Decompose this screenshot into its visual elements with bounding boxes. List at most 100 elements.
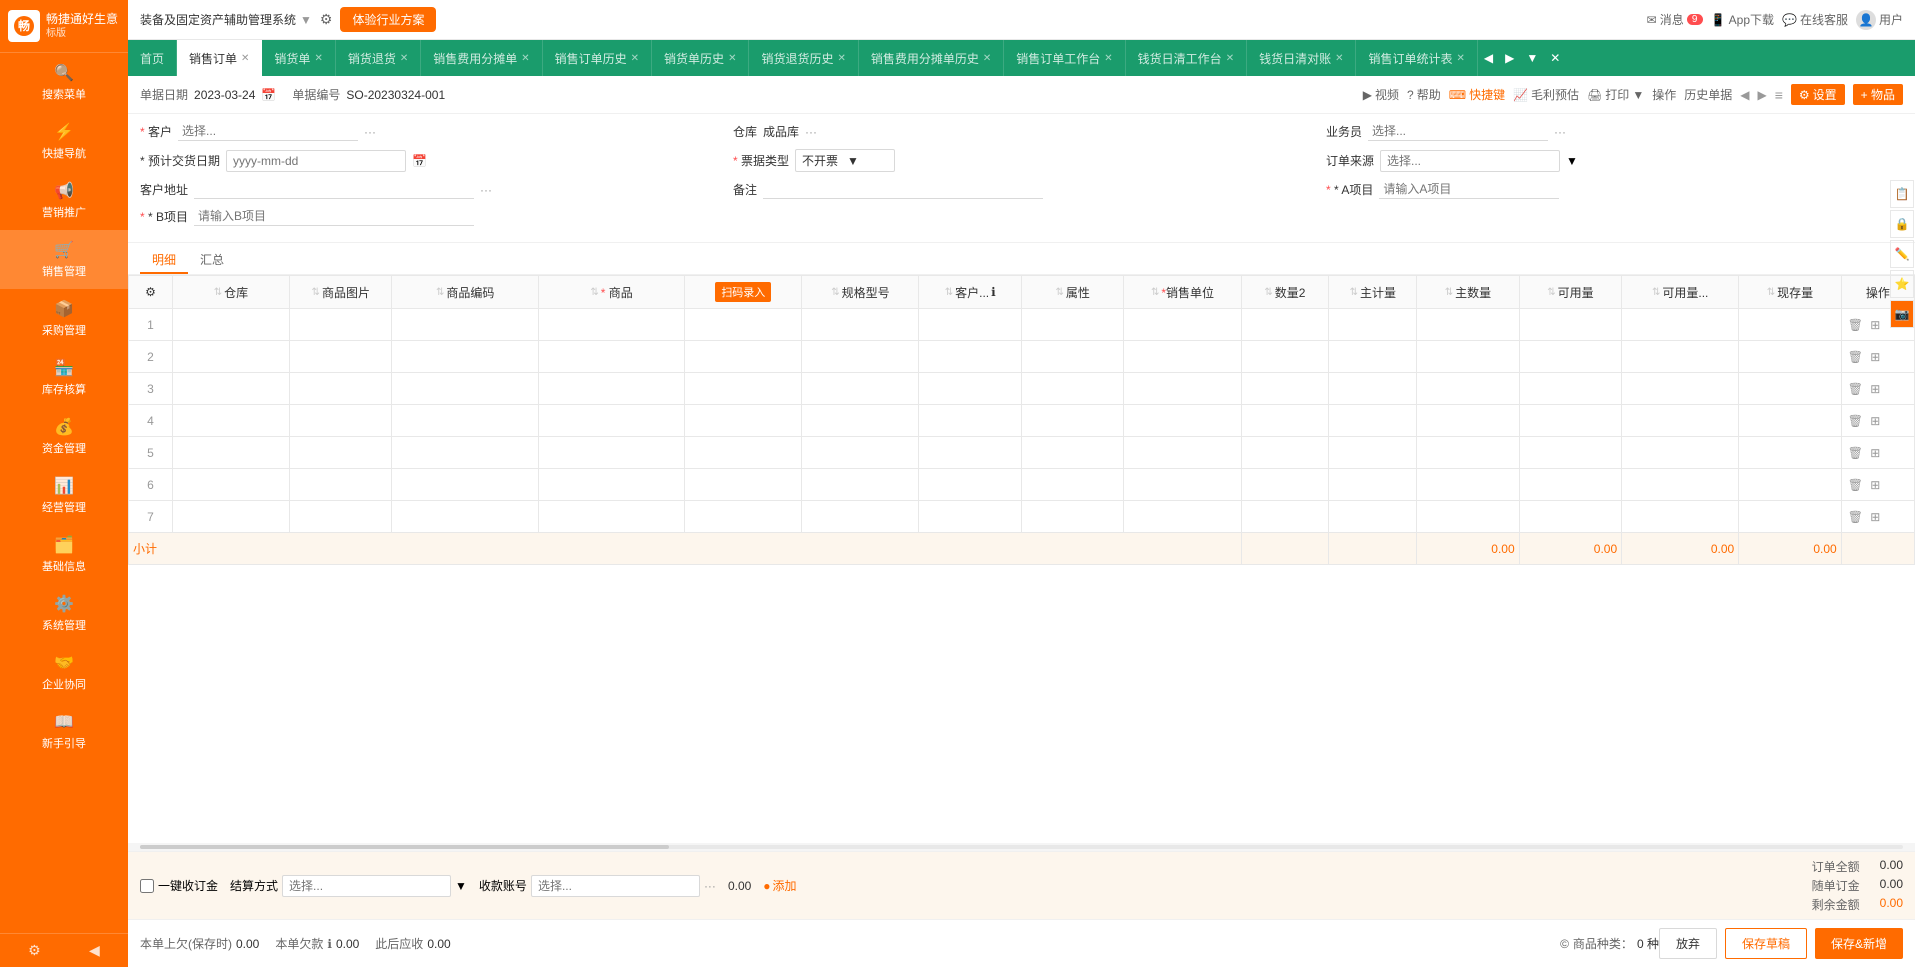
delete-icon[interactable]: 🗑: [1848, 350, 1863, 364]
cell-goods[interactable]: [538, 437, 684, 469]
tab-close-icon[interactable]: ✕: [1104, 53, 1112, 64]
cell-qty2[interactable]: [1241, 501, 1329, 533]
invoice-type-select[interactable]: 不开票 ▼: [795, 149, 895, 172]
cell-available[interactable]: [1519, 469, 1621, 501]
sidebar-item-guide[interactable]: 📖 新手引导: [0, 702, 128, 761]
cell-unit[interactable]: [1124, 469, 1241, 501]
delete-icon[interactable]: 🗑: [1848, 382, 1863, 396]
cell-code[interactable]: [392, 341, 538, 373]
tab-return-history[interactable]: 销货退货历史 ✕: [749, 40, 858, 76]
th-code[interactable]: ⇅ 商品编码: [392, 276, 538, 309]
cell-unit[interactable]: [1124, 405, 1241, 437]
horizontal-scrollbar[interactable]: [128, 843, 1915, 851]
cell-unit[interactable]: [1124, 501, 1241, 533]
user-btn[interactable]: 👤 用户: [1856, 10, 1903, 30]
cell-barcode[interactable]: [685, 373, 802, 405]
sidebar-item-basic-info[interactable]: 🗂️ 基础信息: [0, 525, 128, 584]
cell-goods[interactable]: [538, 501, 684, 533]
th-settings[interactable]: ⚙: [129, 276, 173, 309]
cell-stock[interactable]: [1739, 309, 1841, 341]
cell-warehouse[interactable]: [172, 501, 289, 533]
tab-detail[interactable]: 明细: [140, 247, 188, 274]
save-draft-button[interactable]: 保存草稿: [1725, 928, 1807, 959]
discard-button[interactable]: 放弃: [1659, 928, 1717, 959]
tab-close-icon[interactable]: ✕: [314, 53, 322, 64]
tab-close-icon[interactable]: ✕: [521, 53, 529, 64]
cell-main-qty[interactable]: [1417, 437, 1519, 469]
tab-close-icon[interactable]: ✕: [728, 53, 736, 64]
cell-main-unit[interactable]: [1329, 437, 1417, 469]
warehouse-dots[interactable]: ···: [805, 125, 817, 139]
cell-barcode[interactable]: [685, 309, 802, 341]
salesman-dots[interactable]: ···: [1554, 125, 1566, 139]
th-qty2[interactable]: ⇅ 数量2: [1241, 276, 1329, 309]
cell-code[interactable]: [392, 437, 538, 469]
cell-main-unit[interactable]: [1329, 405, 1417, 437]
right-panel-btn-2[interactable]: 🔒: [1890, 210, 1914, 238]
calendar-icon[interactable]: 📅: [261, 88, 276, 102]
system-dropdown-icon[interactable]: ▼: [300, 13, 312, 27]
order-source-input[interactable]: [1380, 150, 1560, 172]
tab-cash-workbench[interactable]: 钱货日清工作台 ✕: [1126, 40, 1247, 76]
cell-barcode[interactable]: [685, 469, 802, 501]
cell-qty2[interactable]: [1241, 405, 1329, 437]
th-main-qty[interactable]: ⇅ 主数量: [1417, 276, 1519, 309]
list-view-icon[interactable]: ≡: [1775, 87, 1783, 103]
cell-goods[interactable]: [538, 309, 684, 341]
one-click-checkbox[interactable]: [140, 879, 154, 893]
cell-main-qty[interactable]: [1417, 469, 1519, 501]
account-input[interactable]: [531, 875, 700, 897]
cell-attr[interactable]: [1021, 437, 1123, 469]
address-dots[interactable]: ···: [480, 183, 492, 197]
th-main-unit[interactable]: ⇅ 主计量: [1329, 276, 1417, 309]
cell-warehouse[interactable]: [172, 341, 289, 373]
settings-icon[interactable]: ⚙: [320, 11, 333, 28]
cell-spec[interactable]: [802, 373, 919, 405]
sidebar-item-search[interactable]: 🔍 搜索菜单: [0, 53, 128, 112]
sidebar-item-finance[interactable]: 💰 资金管理: [0, 407, 128, 466]
cell-main-unit[interactable]: [1329, 309, 1417, 341]
cell-main-qty[interactable]: [1417, 405, 1519, 437]
cell-stock[interactable]: [1739, 437, 1841, 469]
cell-goods[interactable]: [538, 341, 684, 373]
cell-image[interactable]: [290, 373, 392, 405]
cell-barcode[interactable]: [685, 405, 802, 437]
cell-qty2[interactable]: [1241, 341, 1329, 373]
cell-attr[interactable]: [1021, 373, 1123, 405]
nav-next-icon[interactable]: ▶: [1757, 88, 1766, 102]
history-btn[interactable]: 历史单据: [1684, 86, 1732, 103]
tab-order-workbench[interactable]: 销售订单工作台 ✕: [1004, 40, 1125, 76]
th-image[interactable]: ⇅ 商品图片: [290, 276, 392, 309]
operation-btn[interactable]: 操作: [1652, 86, 1676, 103]
a-project-input[interactable]: [1379, 180, 1559, 199]
tab-close-icon[interactable]: ✕: [837, 53, 845, 64]
tab-expense-history[interactable]: 销售费用分摊单历史 ✕: [859, 40, 1004, 76]
tab-next-btn[interactable]: ▶: [1499, 40, 1520, 76]
cell-stock[interactable]: [1739, 373, 1841, 405]
th-customer-code[interactable]: ⇅ 客户... ℹ: [919, 276, 1021, 309]
right-panel-btn-1[interactable]: 📋: [1890, 180, 1914, 208]
print-btn[interactable]: 🖨 打印 ▼: [1587, 86, 1644, 103]
tab-order-stats[interactable]: 销售订单统计表 ✕: [1356, 40, 1477, 76]
cell-available2[interactable]: [1622, 341, 1739, 373]
th-attr[interactable]: ⇅ 属性: [1021, 276, 1123, 309]
cell-barcode[interactable]: [685, 341, 802, 373]
cell-goods[interactable]: [538, 405, 684, 437]
cell-image[interactable]: [290, 309, 392, 341]
sidebar-item-system[interactable]: ⚙️ 系统管理: [0, 584, 128, 643]
cell-available[interactable]: [1519, 373, 1621, 405]
sidebar-item-sales[interactable]: 🛒 销售管理: [0, 230, 128, 289]
app-download-btn[interactable]: 📱 App下载: [1711, 11, 1774, 28]
cell-stock[interactable]: [1739, 405, 1841, 437]
delete-icon[interactable]: 🗑: [1848, 318, 1863, 332]
tab-sales-order[interactable]: 销售订单 ✕: [177, 40, 262, 76]
copy-icon[interactable]: ⊞: [1870, 510, 1880, 524]
cell-image[interactable]: [290, 405, 392, 437]
cell-warehouse[interactable]: [172, 373, 289, 405]
cell-main-unit[interactable]: [1329, 341, 1417, 373]
cell-attr[interactable]: [1021, 341, 1123, 373]
cell-customer-code[interactable]: [919, 405, 1021, 437]
tab-close-icon[interactable]: ✕: [983, 53, 991, 64]
delete-icon[interactable]: 🗑: [1848, 478, 1863, 492]
cell-warehouse[interactable]: [172, 437, 289, 469]
